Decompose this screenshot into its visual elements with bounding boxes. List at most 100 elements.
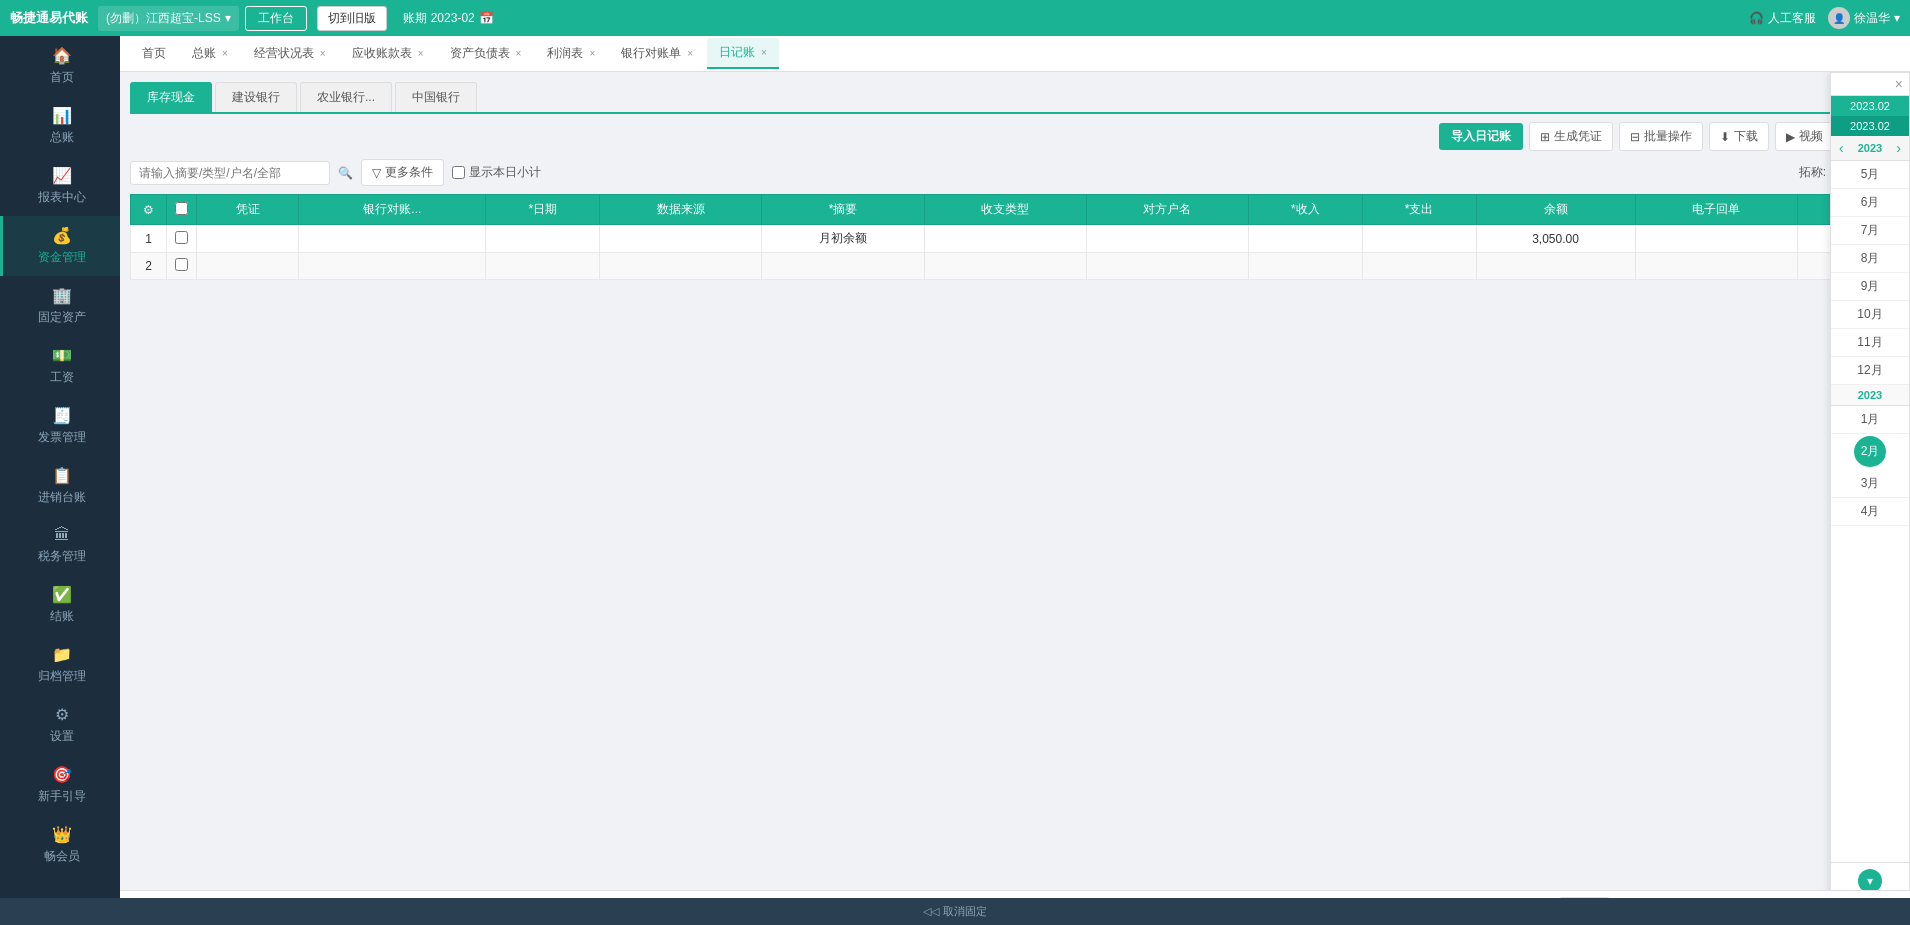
sub-tab-cash[interactable]: 库存现金 [130, 82, 212, 112]
sidebar-item-label: 发票管理 [38, 429, 86, 446]
currency-label: 拓称: [1799, 164, 1826, 181]
page-content: 库存现金 建设银行 农业银行... 中国银行 导入日记账 ⊞ 生成凭证 [120, 72, 1910, 890]
tab-label: 首页 [142, 45, 166, 62]
sidebar-item-purchase-sales[interactable]: 📋 进销台账 [0, 456, 120, 516]
more-conditions-button[interactable]: ▽ 更多条件 [361, 159, 444, 186]
th-counterpart: 对方户名 [1086, 195, 1248, 225]
generate-voucher-button[interactable]: ⊞ 生成凭证 [1529, 122, 1613, 151]
old-version-button[interactable]: 切到旧版 [317, 6, 387, 31]
unpin-sidebar-button[interactable]: ◁◁ 取消固定 [0, 898, 120, 925]
sub-tab-label: 建设银行 [232, 90, 280, 104]
tab-balance-sheet[interactable]: 资产负债表 × [438, 39, 534, 68]
tab-close-icon[interactable]: × [687, 48, 693, 59]
month-item-10[interactable]: 10月 [1831, 301, 1909, 329]
month-item-11[interactable]: 11月 [1831, 329, 1909, 357]
video-icon: ▶ [1786, 130, 1795, 144]
tab-journal[interactable]: 日记账 × [707, 38, 779, 69]
calendar-icon[interactable]: 📅 [479, 11, 494, 25]
daily-subtotal-label: 显示本日小计 [469, 164, 541, 181]
batch-operation-label: 批量操作 [1644, 128, 1692, 145]
building-icon: 🏢 [52, 286, 72, 305]
search-icon[interactable]: 🔍 [338, 166, 353, 180]
sub-tab-boc[interactable]: 中国银行 [395, 82, 477, 112]
month-item-12[interactable]: 12月 [1831, 357, 1909, 385]
th-checkbox[interactable] [167, 195, 197, 225]
row-date [486, 225, 600, 253]
row-check[interactable] [167, 253, 197, 280]
month-item-3[interactable]: 3月 [1831, 470, 1909, 498]
sidebar-item-tutorial[interactable]: 🎯 新手引导 [0, 755, 120, 815]
user-menu[interactable]: 👤 徐温华 ▾ [1828, 7, 1900, 29]
tab-profit[interactable]: 利润表 × [535, 39, 607, 68]
sidebar-item-home[interactable]: 🏠 首页 [0, 36, 120, 96]
th-settings[interactable]: ⚙ [131, 195, 167, 225]
batch-icon: ⊟ [1630, 130, 1640, 144]
tab-bank-statement[interactable]: 银行对账单 × [609, 39, 705, 68]
sidebar-item-settings[interactable]: ⚙ 设置 [0, 695, 120, 755]
sidebar-item-close[interactable]: ✅ 结账 [0, 575, 120, 635]
close-icon: × [1895, 76, 1903, 92]
row-settings: 1 [131, 225, 167, 253]
tab-close-icon[interactable]: × [516, 48, 522, 59]
row-bank-account [299, 225, 486, 253]
filter-icon: ▽ [372, 166, 381, 180]
month-item-7[interactable]: 7月 [1831, 217, 1909, 245]
main-layout: 🏠 首页 📊 总账 📈 报表中心 💰 资金管理 🏢 固定资产 💵 工资 🧾 发票… [0, 36, 1910, 925]
sidebar-item-tax[interactable]: 🏛 税务管理 [0, 516, 120, 575]
sub-tab-ccb[interactable]: 建设银行 [215, 82, 297, 112]
show-daily-subtotal-checkbox[interactable]: 显示本日小计 [452, 164, 541, 181]
month-item-5[interactable]: 5月 [1831, 161, 1909, 189]
sidebar-item-fixed-assets[interactable]: 🏢 固定资产 [0, 276, 120, 336]
sidebar-item-membership[interactable]: 👑 畅会员 [0, 815, 120, 875]
date-panel-close-button[interactable]: × [1831, 73, 1909, 96]
select-all-checkbox[interactable] [175, 202, 188, 215]
prev-year-button[interactable]: ‹ [1839, 140, 1844, 156]
sidebar-item-invoice[interactable]: 🧾 发票管理 [0, 396, 120, 456]
row-voucher [197, 225, 299, 253]
month-item-2-active[interactable]: 2月 [1854, 436, 1886, 468]
th-expense: *支出 [1362, 195, 1476, 225]
tab-accounts-receivable[interactable]: 应收账款表 × [340, 39, 436, 68]
month-item-6[interactable]: 6月 [1831, 189, 1909, 217]
date-nav: ‹ 2023 › [1831, 136, 1909, 161]
period-display-2: 2023.02 [1850, 120, 1890, 132]
tab-business-status[interactable]: 经营状况表 × [242, 39, 338, 68]
sidebar-item-fund-management[interactable]: 💰 资金管理 [0, 216, 120, 276]
batch-operation-button[interactable]: ⊟ 批量操作 [1619, 122, 1703, 151]
human-service-button[interactable]: 🎧 人工客服 [1749, 10, 1816, 27]
sidebar-item-payroll[interactable]: 💵 工资 [0, 336, 120, 396]
search-input[interactable] [130, 161, 330, 185]
tab-close-icon[interactable]: × [418, 48, 424, 59]
month-item-4[interactable]: 4月 [1831, 498, 1909, 526]
sidebar-item-general-ledger[interactable]: 📊 总账 [0, 96, 120, 156]
company-selector[interactable]: (勿删）江西超宝-LSS ▾ [98, 6, 239, 31]
sidebar-item-label: 畅会员 [44, 848, 80, 865]
scroll-down-icon[interactable]: ▾ [1858, 869, 1882, 890]
tab-close-icon[interactable]: × [761, 47, 767, 58]
checkmark-icon: ✅ [52, 585, 72, 604]
tab-home[interactable]: 首页 [130, 39, 178, 68]
daily-subtotal-check[interactable] [452, 166, 465, 179]
next-year-button[interactable]: › [1896, 140, 1901, 156]
tab-close-icon[interactable]: × [222, 48, 228, 59]
generate-voucher-label: 生成凭证 [1554, 128, 1602, 145]
sidebar-item-reports[interactable]: 📈 报表中心 [0, 156, 120, 216]
tab-close-icon[interactable]: × [320, 48, 326, 59]
workspace-button[interactable]: 工作台 [245, 6, 307, 31]
video-button[interactable]: ▶ 视频 [1775, 122, 1834, 151]
month-item-8[interactable]: 8月 [1831, 245, 1909, 273]
period-label: 账期 [403, 10, 427, 27]
row-check[interactable] [167, 225, 197, 253]
month-item-1[interactable]: 1月 [1831, 406, 1909, 434]
download-button[interactable]: ⬇ 下载 [1709, 122, 1769, 151]
import-journal-button[interactable]: 导入日记账 [1439, 123, 1523, 150]
month-item-9[interactable]: 9月 [1831, 273, 1909, 301]
tab-close-icon[interactable]: × [589, 48, 595, 59]
tab-label: 银行对账单 [621, 45, 681, 62]
table-row: 2 [131, 253, 1900, 280]
voucher-icon: ⊞ [1540, 130, 1550, 144]
row-voucher [197, 253, 299, 280]
sub-tab-abc[interactable]: 农业银行... [300, 82, 392, 112]
sidebar-item-archive[interactable]: 📁 归档管理 [0, 635, 120, 695]
tab-general-ledger[interactable]: 总账 × [180, 39, 240, 68]
